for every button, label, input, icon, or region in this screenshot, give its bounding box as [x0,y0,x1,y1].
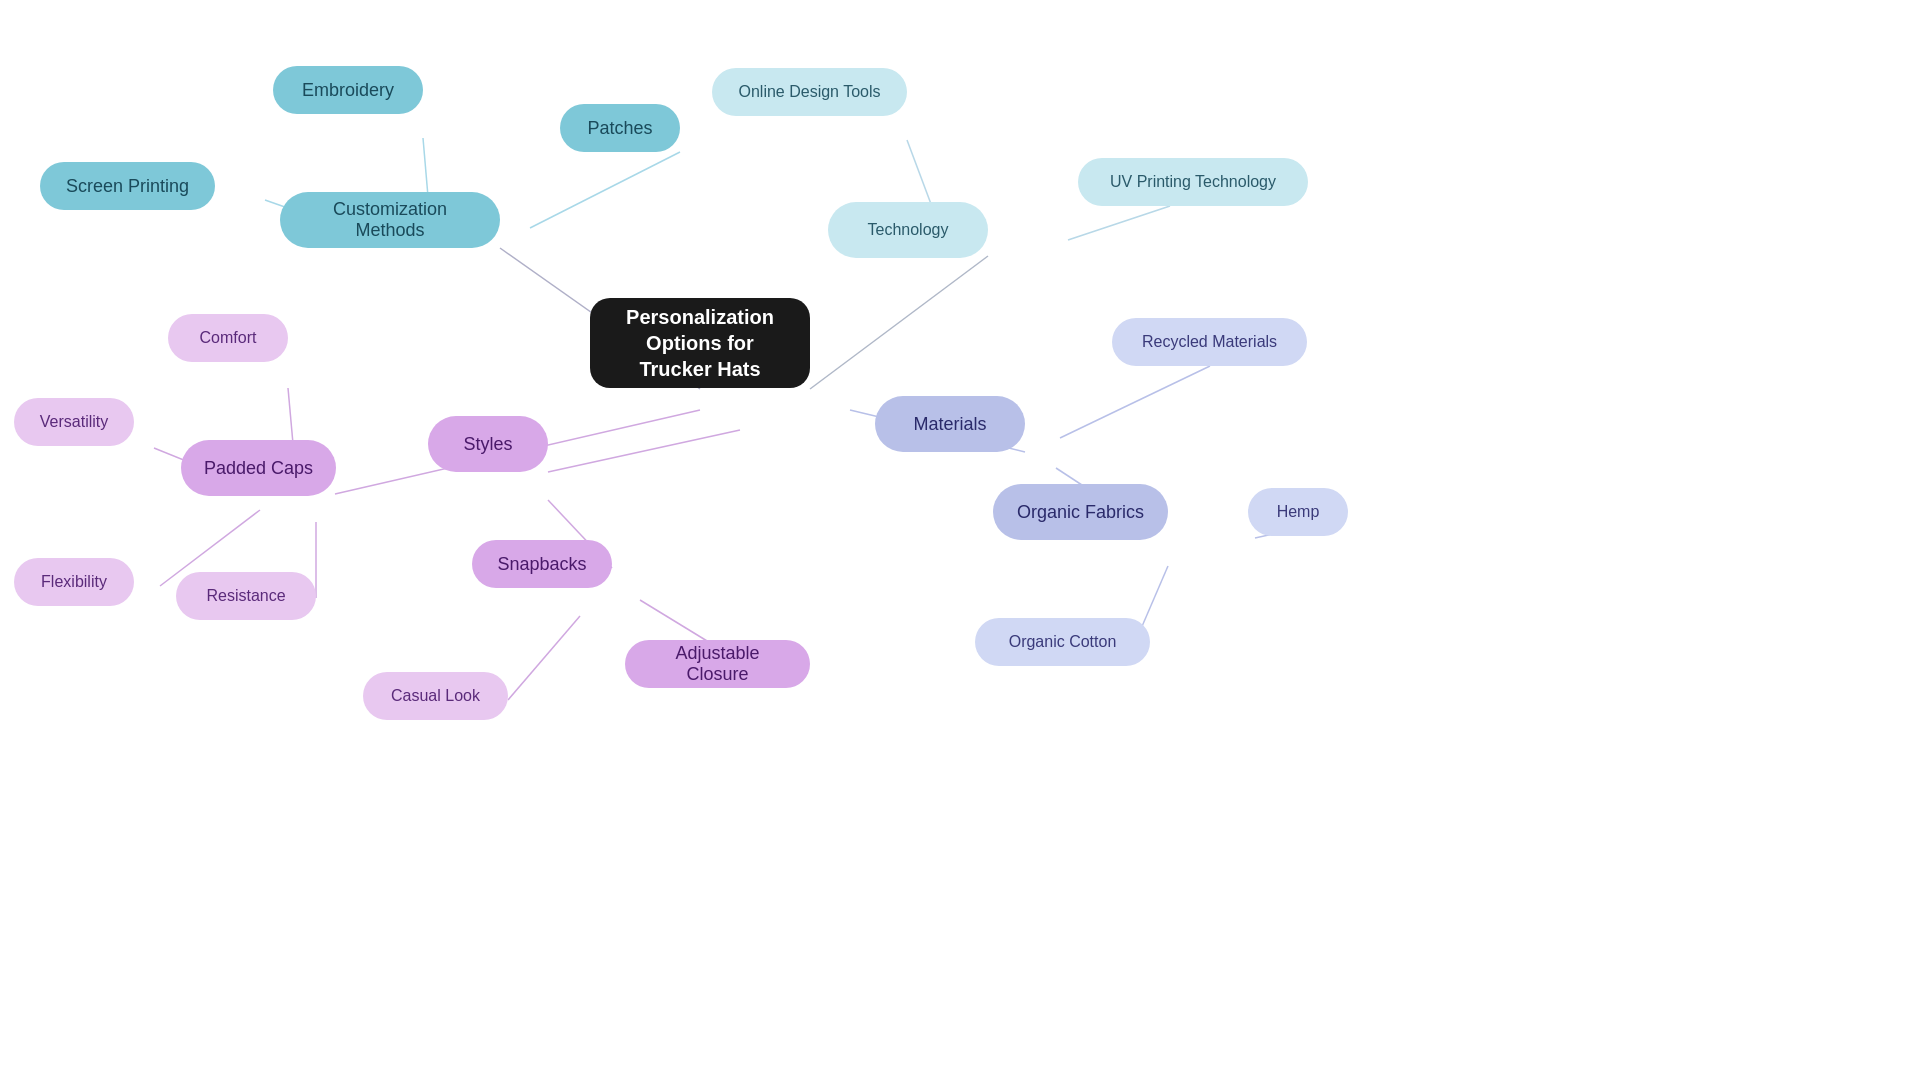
patches-node: Patches [560,104,680,152]
flexibility-node: Flexibility [14,558,134,606]
customization-methods-node: Customization Methods [280,192,500,248]
snapbacks-node: Snapbacks [472,540,612,588]
versatility-node: Versatility [14,398,134,446]
casual-look-node: Casual Look [363,672,508,720]
svg-line-6 [530,152,680,228]
technology-node: Technology [828,202,988,258]
resistance-node: Resistance [176,572,316,620]
organic-fabrics-node: Organic Fabrics [993,484,1168,540]
svg-line-1 [810,256,988,389]
styles-node: Styles [428,416,548,472]
online-design-tools-node: Online Design Tools [712,68,907,116]
organic-cotton-node: Organic Cotton [975,618,1150,666]
center-node: Personalization Options forTrucker Hats [590,298,810,388]
recycled-materials-node: Recycled Materials [1112,318,1307,366]
svg-line-11 [508,616,580,700]
comfort-node: Comfort [168,314,288,362]
materials-node: Materials [875,396,1025,452]
svg-line-2 [548,430,740,472]
hemp-node: Hemp [1248,488,1348,536]
adjustable-closure-node: Adjustable Closure [625,640,810,688]
uv-printing-technology-node: UV Printing Technology [1078,158,1308,206]
svg-line-9 [1068,206,1170,240]
padded-caps-node: Padded Caps [181,440,336,496]
svg-line-17 [1060,366,1210,438]
embroidery-node: Embroidery [273,66,423,114]
screen-printing-node: Screen Printing [40,162,215,210]
